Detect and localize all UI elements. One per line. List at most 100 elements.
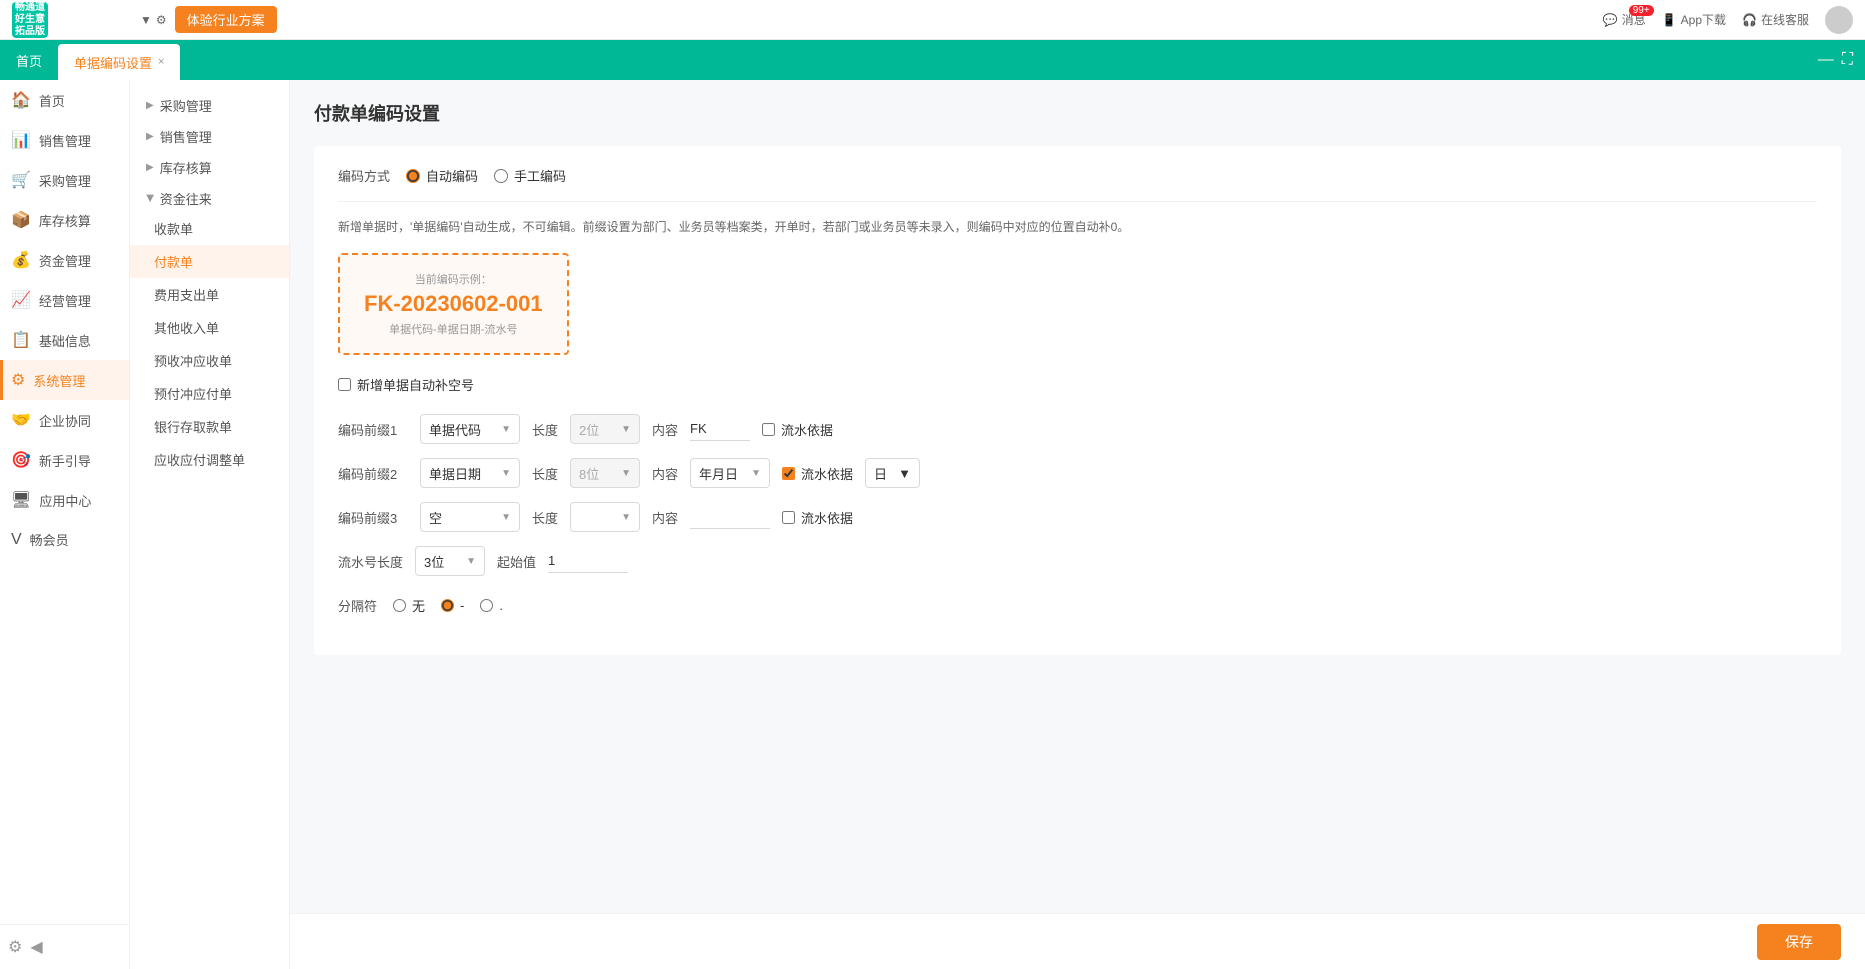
- group-label-purchase: 采购管理: [160, 96, 212, 115]
- content-input-1[interactable]: [690, 417, 750, 441]
- sep-radio-dot[interactable]: .: [480, 598, 503, 613]
- stream-checkbox-1[interactable]: [762, 423, 775, 436]
- notice-text: 新增单据时，'单据编码'自动生成，不可编辑。前缀设置为部门、业务员等档案类，开单…: [338, 218, 1817, 237]
- sidebar-item-operations[interactable]: 📈 经营管理: [0, 280, 129, 320]
- avatar[interactable]: [1825, 6, 1853, 34]
- preview-code: FK-20230602-001: [364, 291, 543, 317]
- sidebar-group-capital-title[interactable]: ▶ 资金往来: [130, 181, 289, 212]
- sidebar-item-receipt[interactable]: 收款单: [130, 212, 289, 245]
- sidebar-group-sales-title[interactable]: ▶ 销售管理: [130, 119, 289, 150]
- sidebar-group-sales: ▶ 销售管理: [130, 119, 289, 150]
- sep-radio-dot-input[interactable]: [480, 599, 493, 612]
- sidebar-item-app-center[interactable]: 🖥 应用中心: [0, 480, 129, 520]
- sidebar-narrow-label-member: 畅会员: [30, 530, 69, 549]
- save-button[interactable]: 保存: [1757, 924, 1841, 960]
- radio-auto-encode-input[interactable]: [406, 169, 420, 183]
- sidebar-item-other-income[interactable]: 其他收入单: [130, 311, 289, 344]
- sep-radio-dash[interactable]: -: [441, 598, 464, 613]
- content-input-3[interactable]: [690, 505, 770, 529]
- stream-label-3: 流水依据: [801, 508, 853, 527]
- sidebar-bottom: ⚙ ◀: [0, 924, 129, 969]
- sidebar-group-purchase: ▶ 采购管理: [130, 88, 289, 119]
- length-select-3[interactable]: ▼: [570, 502, 640, 532]
- home-icon: 🏠: [11, 90, 31, 110]
- sep-radio-none-input[interactable]: [393, 599, 406, 612]
- member-icon: V: [11, 531, 22, 549]
- stream-label-1: 流水依据: [781, 420, 833, 439]
- sidebar-narrow-label-enterprise: 企业协同: [39, 411, 91, 430]
- sidebar-item-advance-receivable[interactable]: 预收冲应收单: [130, 344, 289, 377]
- sidebar-item-guide[interactable]: 🎯 新手引导: [0, 440, 129, 480]
- sidebar-item-basic-info[interactable]: 📋 基础信息: [0, 320, 129, 360]
- prefix-select-2-value: 单据日期: [429, 464, 481, 483]
- sales-icon: 📊: [11, 130, 31, 150]
- sidebar-item-finance[interactable]: 💰 资金管理: [0, 240, 129, 280]
- sidebar-item-enterprise[interactable]: 🤝 企业协同: [0, 400, 129, 440]
- prefix-select-3[interactable]: 空 ▼: [420, 502, 520, 532]
- radio-manual-encode-input[interactable]: [494, 169, 508, 183]
- sidebar-item-purchase[interactable]: 🛒 采购管理: [0, 160, 129, 200]
- sidebar-group-inventory-title[interactable]: ▶ 库存核算: [130, 150, 289, 181]
- serial-length-label: 流水号长度: [338, 552, 403, 571]
- sidebar-item-advance-payable[interactable]: 预付冲应付单: [130, 377, 289, 410]
- auto-fill-checkbox[interactable]: [338, 378, 351, 391]
- prefix-select-1[interactable]: 单据代码 ▼: [420, 414, 520, 444]
- auto-fill-row: 新增单据自动补空号: [338, 375, 1817, 394]
- sidebar-item-sales[interactable]: 📊 销售管理: [0, 120, 129, 160]
- online-service-item[interactable]: 🎧 在线客服: [1742, 11, 1809, 28]
- guide-icon: 🎯: [11, 450, 31, 470]
- sidebar-item-bank[interactable]: 银行存取款单: [130, 410, 289, 443]
- message-item[interactable]: 💬 消息 99+: [1603, 11, 1646, 28]
- sidebar-group-purchase-title[interactable]: ▶ 采购管理: [130, 88, 289, 119]
- content-label-1: 内容: [652, 420, 678, 439]
- sidebar-narrow: 🏠 首页 📊 销售管理 🛒 采购管理 📦 库存核算 💰 资金管理 📈 经营管理 …: [0, 80, 130, 969]
- collapse-icon[interactable]: ◀: [30, 937, 42, 957]
- radio-auto-encode[interactable]: 自动编码: [406, 166, 478, 185]
- config-rows: 编码前缀1 单据代码 ▼ 长度 2位 ▼ 内容: [338, 414, 1817, 532]
- gear-icon[interactable]: ⚙: [156, 13, 167, 27]
- prefix-select-2[interactable]: 单据日期 ▼: [420, 458, 520, 488]
- stream-check-3: 流水依据: [782, 508, 853, 527]
- content-select-2[interactable]: 年月日 ▼: [690, 458, 770, 488]
- app-center-icon: 🖥: [11, 490, 31, 510]
- minimize-icon[interactable]: —: [1818, 51, 1834, 69]
- stream-checkbox-2[interactable]: [782, 467, 795, 480]
- tab-home[interactable]: 首页: [0, 40, 58, 80]
- sidebar-item-home[interactable]: 🏠 首页: [0, 80, 129, 120]
- sep-radio-dash-input[interactable]: [441, 599, 454, 612]
- stream-checkbox-3[interactable]: [782, 511, 795, 524]
- maximize-icon[interactable]: ⛶: [1842, 51, 1853, 69]
- config-row-1: 编码前缀1 单据代码 ▼ 长度 2位 ▼ 内容: [338, 414, 1817, 444]
- page-title: 付款单编码设置: [314, 100, 1841, 126]
- length-label-2: 长度: [532, 464, 558, 483]
- prefix-select-1-value: 单据代码: [429, 420, 481, 439]
- tab-settings[interactable]: 单据编码设置 ×: [58, 44, 180, 80]
- serial-start-input[interactable]: [548, 549, 628, 573]
- topbar-dropdown[interactable]: ▼ ⚙: [140, 13, 167, 27]
- length-select-1-arrow: ▼: [621, 424, 631, 435]
- sep-radio-none[interactable]: 无: [393, 596, 425, 615]
- system-icon: ⚙: [11, 370, 25, 390]
- sidebar-item-expense[interactable]: 费用支出单: [130, 278, 289, 311]
- sidebar-item-payment[interactable]: 付款单: [130, 245, 289, 278]
- trial-button[interactable]: 体验行业方案: [175, 6, 277, 33]
- serial-row: 流水号长度 3位 ▼ 起始值: [338, 546, 1817, 576]
- sidebar-item-inventory[interactable]: 📦 库存核算: [0, 200, 129, 240]
- stream-period-value: 日: [874, 464, 887, 483]
- app-download-item[interactable]: 📱 App下载: [1662, 11, 1726, 28]
- sidebar-item-system[interactable]: ⚙ 系统管理: [0, 360, 129, 400]
- chevron-icon-sales: ▶: [146, 131, 154, 142]
- sidebar-narrow-label-purchase: 采购管理: [39, 171, 91, 190]
- serial-length-select[interactable]: 3位 ▼: [415, 546, 485, 576]
- sidebar-narrow-label-basic-info: 基础信息: [39, 331, 91, 350]
- topbar-right: 💬 消息 99+ 📱 App下载 🎧 在线客服: [1603, 6, 1853, 34]
- finance-icon: 💰: [11, 250, 31, 270]
- sidebar-item-adjustment[interactable]: 应收应付调整单: [130, 443, 289, 476]
- radio-manual-encode[interactable]: 手工编码: [494, 166, 566, 185]
- sidebar-item-member[interactable]: V 畅会员: [0, 520, 129, 559]
- settings-bottom-icon[interactable]: ⚙: [8, 937, 22, 957]
- content-label-3: 内容: [652, 508, 678, 527]
- length-label-1: 长度: [532, 420, 558, 439]
- close-tab-icon[interactable]: ×: [158, 56, 164, 68]
- stream-period-select[interactable]: 日 ▼: [865, 458, 920, 488]
